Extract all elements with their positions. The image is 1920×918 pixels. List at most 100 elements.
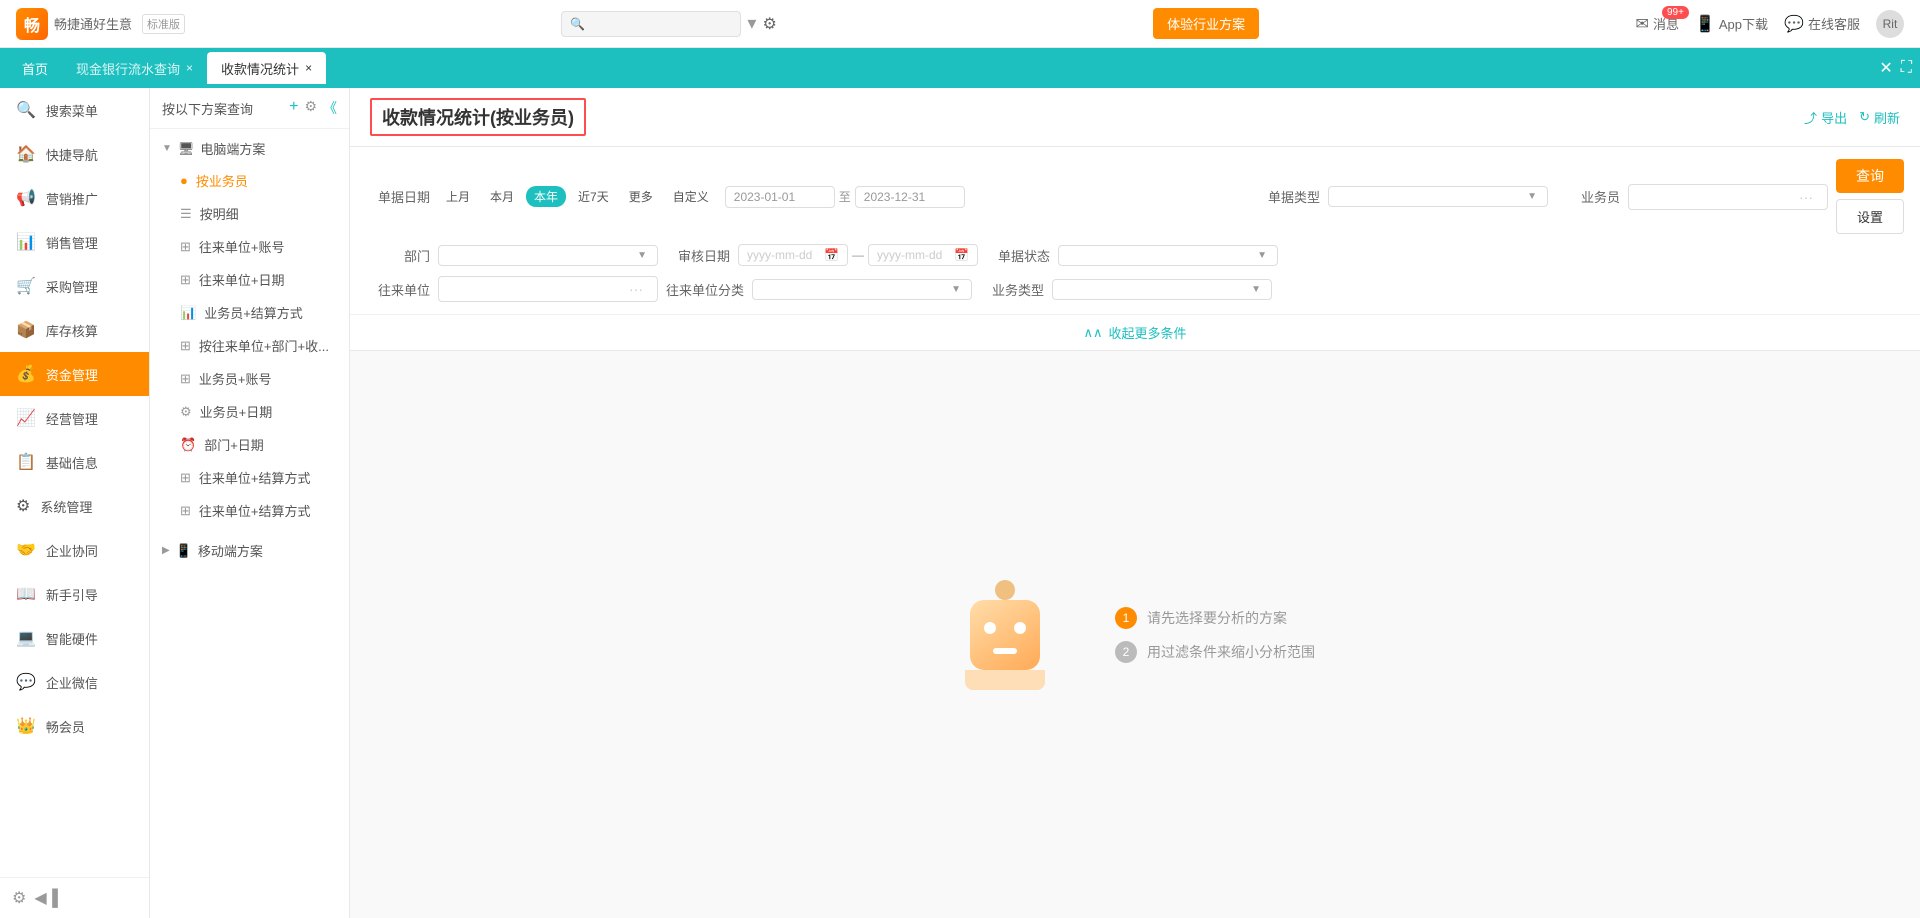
page-header: 收款情况统计(按业务员) ⤴ 导出 ↻ 刷新 (350, 88, 1920, 147)
shortcut-more[interactable]: 更多 (621, 186, 661, 207)
review-date-from[interactable]: yyyy-mm-dd 📅 (738, 244, 848, 266)
close-tab-action[interactable]: ✕ (1879, 58, 1892, 78)
shortcut-this-year[interactable]: 本年 (526, 186, 566, 207)
basic-icon: 📋 (16, 452, 36, 472)
date-to-input[interactable]: 2023-12-31 (855, 186, 965, 208)
sidebar-item-inventory[interactable]: 📦 库存核算 (0, 308, 149, 352)
bt-arrow: ▼ (1251, 284, 1261, 295)
scheme-item-by-detail[interactable]: ☰ 按明细 (150, 197, 349, 230)
sidebar-item-finance[interactable]: 💰 资金管理 (0, 352, 149, 396)
maximize-tab-action[interactable]: ⛶ (1901, 59, 1912, 77)
page-title: 收款情况统计(按业务员) (370, 98, 586, 136)
date-range: 2023-01-01 至 2023-12-31 (725, 186, 965, 208)
sidebar-item-nav[interactable]: 🏠 快捷导航 (0, 132, 149, 176)
logo: 畅 畅捷通好生意 标准版 (16, 8, 185, 40)
top-dropdown-icon[interactable]: ▾ (747, 13, 756, 34)
step-num-2: 2 (1115, 641, 1137, 663)
hint-text-2: 用过滤条件来缩小分析范围 (1147, 642, 1315, 662)
standard-badge: 标准版 (142, 14, 185, 34)
member-icon: 👑 (16, 716, 36, 736)
counterparty-ellipsis[interactable]: ··· (629, 281, 643, 297)
salesperson-date-label: 业务员+日期 (200, 402, 273, 421)
sidebar-item-collab[interactable]: 🤝 企业协同 (0, 528, 149, 572)
shortcut-last-7days[interactable]: 近7天 (570, 186, 617, 207)
tab-home[interactable]: 首页 (8, 52, 62, 84)
close-tab-collection[interactable]: × (305, 61, 312, 75)
top-bar: 畅 畅捷通好生意 标准版 🔍 ▾ ⚙ 体验行业方案 ✉ 消息 99+ 📱 App… (0, 0, 1920, 48)
calendar-to-icon[interactable]: 📅 (954, 248, 969, 262)
sidebar-collapse-icon[interactable]: ◀▐ (34, 888, 58, 908)
partner-dept-label: 按往来单位+部门+收... (199, 336, 329, 355)
sidebar-item-purchase[interactable]: 🛒 采购管理 (0, 264, 149, 308)
trial-button[interactable]: 体验行业方案 (1153, 8, 1259, 39)
query-btn[interactable]: 查询 (1836, 159, 1904, 193)
export-icon: ⤴ (1804, 108, 1817, 127)
sidebar-item-basic[interactable]: 📋 基础信息 (0, 440, 149, 484)
shortcut-custom[interactable]: 自定义 (665, 186, 717, 207)
biz-type-select[interactable]: ▼ (1052, 279, 1272, 300)
messages-btn[interactable]: ✉ 消息 99+ (1636, 14, 1679, 34)
salesperson-select[interactable]: ··· (1628, 184, 1828, 210)
avatar[interactable]: Rit (1876, 10, 1904, 38)
filter-area: 单据日期 上月 本月 本年 近7天 更多 自定义 2023- (350, 147, 1920, 351)
scheme-item-partner-account[interactable]: ⊞ 往来单位+账号 (150, 230, 349, 263)
tab-collection-stats[interactable]: 收款情况统计 × (207, 52, 326, 84)
shortcut-last-month[interactable]: 上月 (438, 186, 478, 207)
scheme-group-mobile-title[interactable]: ▶ 📱 移动端方案 (150, 535, 349, 566)
salesperson-account-label: 业务员+账号 (199, 369, 272, 388)
scheme-item-partner-dept[interactable]: ⊞ 按往来单位+部门+收... (150, 329, 349, 362)
online-service-btn[interactable]: 💬 在线客服 (1784, 14, 1860, 34)
counterparty-category-select[interactable]: ▼ (752, 279, 972, 300)
shortcut-this-month[interactable]: 本月 (482, 186, 522, 207)
export-btn[interactable]: ⤴ 导出 (1804, 108, 1847, 127)
salesperson-ellipsis[interactable]: ··· (1799, 189, 1813, 205)
top-settings-icon[interactable]: ⚙ (762, 14, 776, 34)
scheme-collapse-btn[interactable]: 《 (323, 98, 337, 118)
partner-settle2-label: 往来单位+结算方式 (199, 501, 311, 520)
hardware-icon: 💻 (16, 628, 36, 648)
voucher-status-label: 单据状态 (986, 246, 1050, 265)
scheme-item-partner-settle2[interactable]: ⊞ 往来单位+结算方式 (150, 494, 349, 527)
filter-row-2: 部门 ▼ 审核日期 yyyy-mm-dd 📅 — (366, 244, 1904, 266)
scheme-item-salesperson-settle[interactable]: 📊 业务员+结算方式 (150, 296, 349, 329)
sidebar-item-marketing[interactable]: 📢 营销推广 (0, 176, 149, 220)
scheme-item-salesperson-date[interactable]: ⚙ 业务员+日期 (150, 395, 349, 428)
tab-bank-flow[interactable]: 现金银行流水查询 × (62, 52, 207, 84)
empty-state: 1 请先选择要分析的方案 2 用过滤条件来缩小分析范围 (350, 351, 1920, 918)
voucher-type-select[interactable]: ▼ (1328, 186, 1548, 207)
dept-select[interactable]: ▼ (438, 245, 658, 266)
sidebar-item-search[interactable]: 🔍 搜索菜单 (0, 88, 149, 132)
scheme-add-btn[interactable]: + (289, 98, 298, 118)
scheme-group-desktop-title[interactable]: ▼ 🖥 电脑端方案 (150, 133, 349, 164)
calendar-from-icon[interactable]: 📅 (824, 248, 839, 262)
sidebar-item-member[interactable]: 👑 畅会员 (0, 704, 149, 748)
scheme-item-partner-date[interactable]: ⊞ 往来单位+日期 (150, 263, 349, 296)
sidebar-item-hardware[interactable]: 💻 智能硬件 (0, 616, 149, 660)
sidebar-item-sales[interactable]: 📊 销售管理 (0, 220, 149, 264)
sidebar-item-operation[interactable]: 📈 经营管理 (0, 396, 149, 440)
voucher-status-select[interactable]: ▼ (1058, 245, 1278, 266)
hint-steps: 1 请先选择要分析的方案 2 用过滤条件来缩小分析范围 (1115, 607, 1315, 663)
top-search-input[interactable]: 🔍 (561, 11, 741, 37)
sidebar-settings-icon[interactable]: ⚙ (12, 888, 26, 908)
scheme-item-by-salesperson[interactable]: ● 按业务员 (150, 164, 349, 197)
scheme-item-dept-date[interactable]: ⏰ 部门+日期 (150, 428, 349, 461)
step-num-1: 1 (1115, 607, 1137, 629)
review-date-to[interactable]: yyyy-mm-dd 📅 (868, 244, 978, 266)
sidebar-item-system[interactable]: ⚙ 系统管理 (0, 484, 149, 528)
collapse-bar[interactable]: ∧∧ 收起更多条件 (350, 314, 1920, 350)
sidebar-item-guide[interactable]: 📖 新手引导 (0, 572, 149, 616)
scheme-item-salesperson-account[interactable]: ⊞ 业务员+账号 (150, 362, 349, 395)
close-tab-bank[interactable]: × (186, 61, 193, 75)
sidebar-item-wechat[interactable]: 💬 企业微信 (0, 660, 149, 704)
wechat-icon: 💬 (16, 672, 36, 692)
desktop-group-arrow: ▼ (162, 143, 172, 154)
counterparty-select[interactable]: ··· (438, 276, 658, 302)
scheme-settings-btn[interactable]: ⚙ (304, 98, 317, 118)
refresh-btn[interactable]: ↻ 刷新 (1859, 108, 1900, 127)
filter-settings-btn[interactable]: 设置 (1836, 199, 1904, 234)
scheme-item-partner-settle1[interactable]: ⊞ 往来单位+结算方式 (150, 461, 349, 494)
salesperson-item-label: 按业务员 (196, 171, 248, 190)
app-download-btn[interactable]: 📱 App下载 (1695, 14, 1768, 34)
date-from-input[interactable]: 2023-01-01 (725, 186, 835, 208)
